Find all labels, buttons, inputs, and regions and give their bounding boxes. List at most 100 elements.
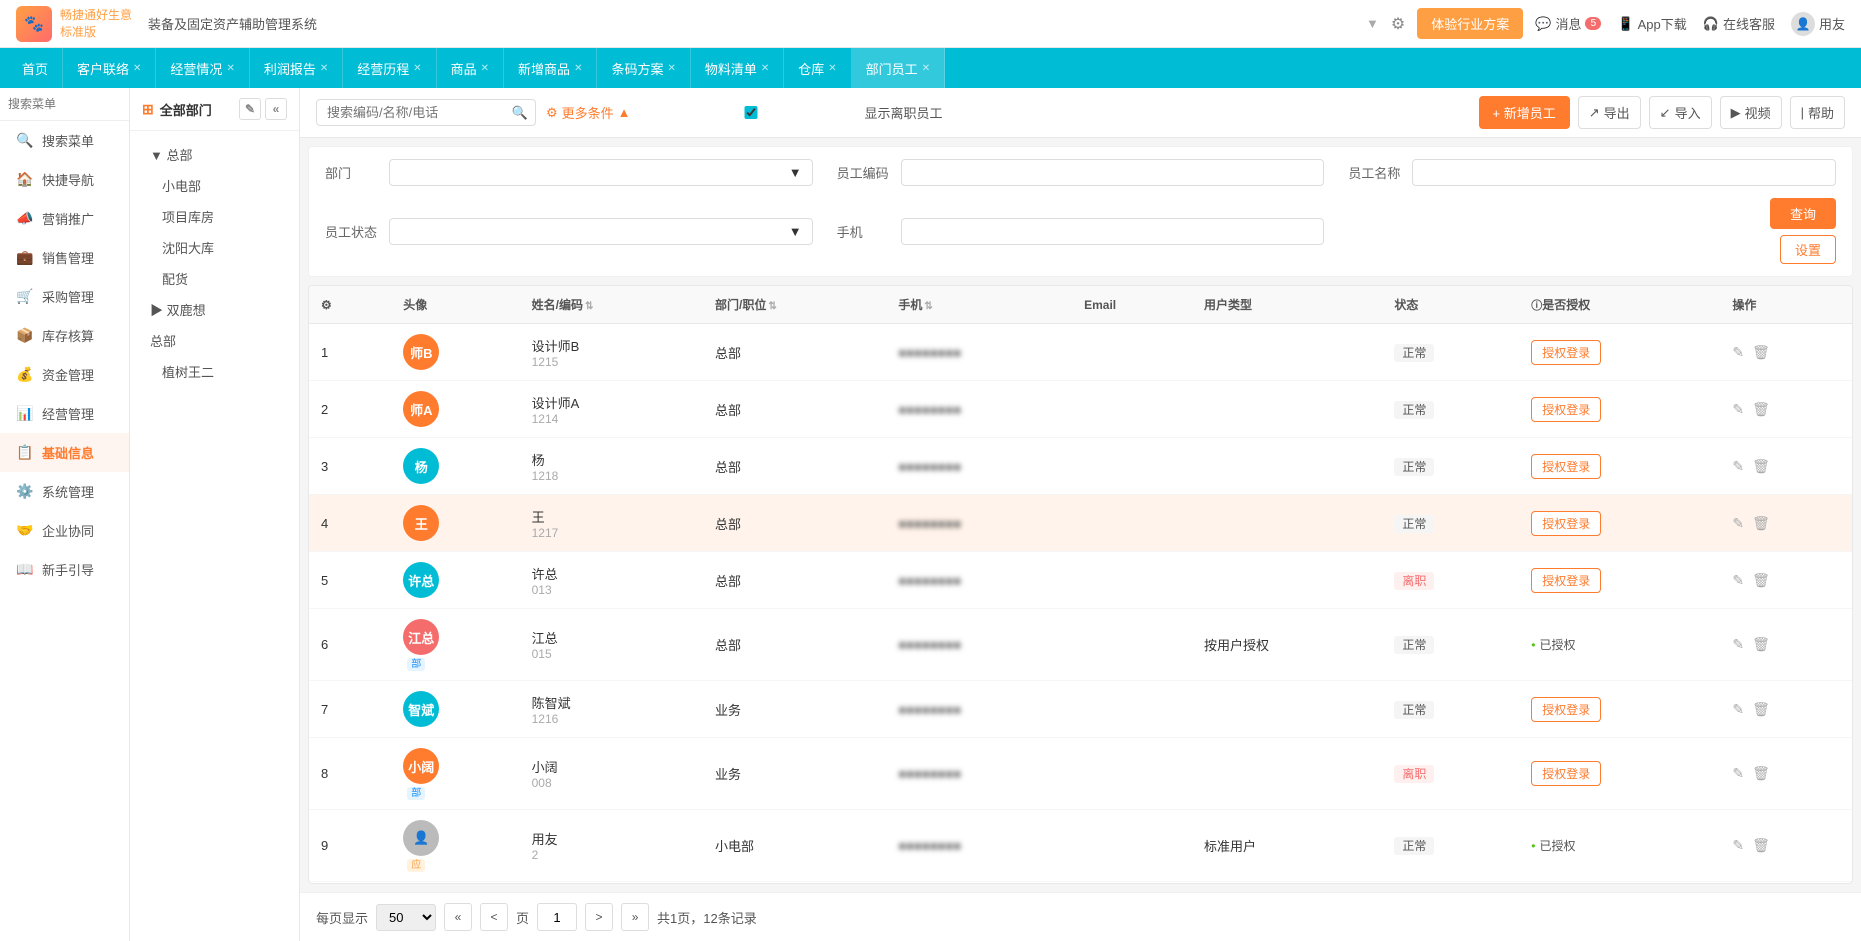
tab-close-icon[interactable]: ✕: [574, 63, 582, 74]
delete-icon[interactable]: 🗑: [1752, 458, 1770, 475]
per-page-select[interactable]: 50 100: [376, 904, 436, 931]
phone-input[interactable]: [901, 218, 1325, 245]
filter-btn[interactable]: ⚙ 更多条件 ▲: [546, 103, 631, 122]
sidebar-item-purchase[interactable]: 🛒采购管理: [0, 277, 129, 316]
nav-tab-客户联络[interactable]: 客户联络✕: [63, 48, 156, 88]
dept-node-小电部[interactable]: 小电部: [130, 170, 299, 201]
sidebar-item-sales[interactable]: 💼销售管理: [0, 238, 129, 277]
nav-tab-物料清单[interactable]: 物料清单✕: [691, 48, 784, 88]
edit-icon[interactable]: ✎: [1732, 701, 1744, 718]
delete-icon[interactable]: 🗑: [1752, 572, 1770, 589]
tab-close-icon[interactable]: ✕: [133, 63, 141, 74]
edit-icon[interactable]: ✎: [1732, 458, 1744, 475]
authorize-btn[interactable]: 授权登录: [1531, 340, 1601, 365]
authorize-btn[interactable]: 授权登录: [1531, 397, 1601, 422]
sidebar-item-stock[interactable]: 📦库存核算: [0, 316, 129, 355]
export-button[interactable]: ↗ 导出: [1578, 96, 1641, 129]
sidebar-item-operation[interactable]: 📊经营管理: [0, 394, 129, 433]
nav-tab-商品[interactable]: 商品✕: [437, 48, 504, 88]
trial-button[interactable]: 体验行业方案: [1417, 8, 1523, 39]
nav-tab-仓库[interactable]: 仓库✕: [784, 48, 851, 88]
cell-auth-0[interactable]: 授权登录: [1519, 324, 1720, 381]
delete-icon[interactable]: 🗑: [1752, 344, 1770, 361]
sidebar-item-marketing[interactable]: 📣营销推广: [0, 199, 129, 238]
col-header-name[interactable]: 姓名/编码⇅: [520, 286, 703, 324]
nav-tab-经营情况[interactable]: 经营情况✕: [156, 48, 249, 88]
tab-close-icon[interactable]: ✕: [320, 63, 328, 74]
col-header-dept[interactable]: 部门/职位⇅: [703, 286, 886, 324]
last-page-btn[interactable]: »: [621, 903, 649, 931]
col-header-phone[interactable]: 手机⇅: [886, 286, 1072, 324]
edit-icon[interactable]: ✎: [1732, 837, 1744, 854]
cell-auth-7[interactable]: 授权登录: [1519, 738, 1720, 810]
tab-close-icon[interactable]: ✕: [828, 63, 836, 74]
show-dimission-toggle[interactable]: 显示离职员工: [641, 103, 943, 122]
show-dimission-checkbox[interactable]: [641, 106, 861, 119]
sidebar-item-search[interactable]: 🔍搜索菜单: [0, 121, 129, 160]
nav-tab-利润报告[interactable]: 利润报告✕: [250, 48, 343, 88]
delete-icon[interactable]: 🗑: [1752, 401, 1770, 418]
dept-node-总部[interactable]: 总部: [130, 325, 299, 356]
cell-auth-6[interactable]: 授权登录: [1519, 681, 1720, 738]
authorize-btn[interactable]: 授权登录: [1531, 511, 1601, 536]
nav-tab-条码方案[interactable]: 条码方案✕: [597, 48, 690, 88]
dept-collapse-btn[interactable]: «: [265, 98, 287, 120]
authorize-btn[interactable]: 授权登录: [1531, 697, 1601, 722]
prev-page-btn[interactable]: <: [480, 903, 508, 931]
cell-auth-3[interactable]: 授权登录: [1519, 495, 1720, 552]
next-page-btn[interactable]: >: [585, 903, 613, 931]
tab-close-icon[interactable]: ✕: [413, 63, 421, 74]
first-page-btn[interactable]: «: [444, 903, 472, 931]
dept-select[interactable]: ▼: [389, 159, 813, 186]
edit-icon[interactable]: ✎: [1732, 572, 1744, 589]
authorize-btn[interactable]: 授权登录: [1531, 568, 1601, 593]
settings-icon[interactable]: ⚙: [1391, 14, 1405, 34]
setting-button[interactable]: 设置: [1780, 235, 1836, 264]
nav-tab-经营历程[interactable]: 经营历程✕: [343, 48, 436, 88]
dept-node-项目库房[interactable]: 项目库房: [130, 201, 299, 232]
cell-auth-2[interactable]: 授权登录: [1519, 438, 1720, 495]
user-link[interactable]: 👤 用友: [1791, 12, 1845, 36]
sidebar-item-guide[interactable]: 📖新手引导: [0, 550, 129, 589]
import-button[interactable]: ↙ 导入: [1649, 96, 1712, 129]
add-employee-button[interactable]: + 新增员工: [1479, 96, 1570, 129]
cell-auth-9[interactable]: 授权登录: [1519, 882, 1720, 885]
cell-auth-1[interactable]: 授权登录: [1519, 381, 1720, 438]
sidebar-item-collab[interactable]: 🤝企业协同: [0, 511, 129, 550]
message-link[interactable]: 💬 消息 5: [1535, 14, 1601, 33]
edit-icon[interactable]: ✎: [1732, 765, 1744, 782]
view-button[interactable]: ▶ 视频: [1720, 96, 1782, 129]
dropdown-arrow-icon[interactable]: ▼: [1366, 16, 1379, 31]
dept-node-配货[interactable]: 配货: [130, 263, 299, 294]
dept-node-沈阳大库[interactable]: 沈阳大库: [130, 232, 299, 263]
cell-auth-4[interactable]: 授权登录: [1519, 552, 1720, 609]
edit-icon[interactable]: ✎: [1732, 401, 1744, 418]
sidebar-search-input[interactable]: [8, 97, 130, 111]
dept-add-btn[interactable]: ✎: [239, 98, 261, 120]
delete-icon[interactable]: 🗑: [1752, 701, 1770, 718]
nav-tab-首页[interactable]: 首页: [8, 48, 63, 88]
delete-icon[interactable]: 🗑: [1752, 837, 1770, 854]
edit-icon[interactable]: ✎: [1732, 515, 1744, 532]
authorize-btn[interactable]: 授权登录: [1531, 454, 1601, 479]
edit-icon[interactable]: ✎: [1732, 344, 1744, 361]
emp-status-select[interactable]: ▼: [389, 218, 813, 245]
nav-tab-部门员工[interactable]: 部门员工✕: [852, 48, 945, 88]
sidebar-item-basic[interactable]: 📋基础信息: [0, 433, 129, 472]
search-btn-icon[interactable]: 🔍: [512, 105, 528, 121]
online-service-link[interactable]: 🎧 在线客服: [1703, 14, 1775, 33]
emp-code-input[interactable]: [901, 159, 1325, 186]
help-button[interactable]: | 帮助: [1790, 96, 1845, 129]
app-download-link[interactable]: 📱 App下载: [1617, 14, 1686, 33]
tab-close-icon[interactable]: ✕: [922, 63, 930, 74]
sidebar-item-system[interactable]: ⚙️系统管理: [0, 472, 129, 511]
dept-node-双鹿想[interactable]: ▶ 双鹿想: [130, 294, 299, 325]
sidebar-item-quicknav[interactable]: 🏠快捷导航: [0, 160, 129, 199]
dept-node-植树王二[interactable]: 植树王二: [130, 356, 299, 387]
tab-close-icon[interactable]: ✕: [667, 63, 675, 74]
delete-icon[interactable]: 🗑: [1752, 515, 1770, 532]
search-input[interactable]: [316, 99, 536, 126]
delete-icon[interactable]: 🗑: [1752, 765, 1770, 782]
page-input[interactable]: [537, 903, 577, 931]
emp-name-input[interactable]: [1412, 159, 1836, 186]
